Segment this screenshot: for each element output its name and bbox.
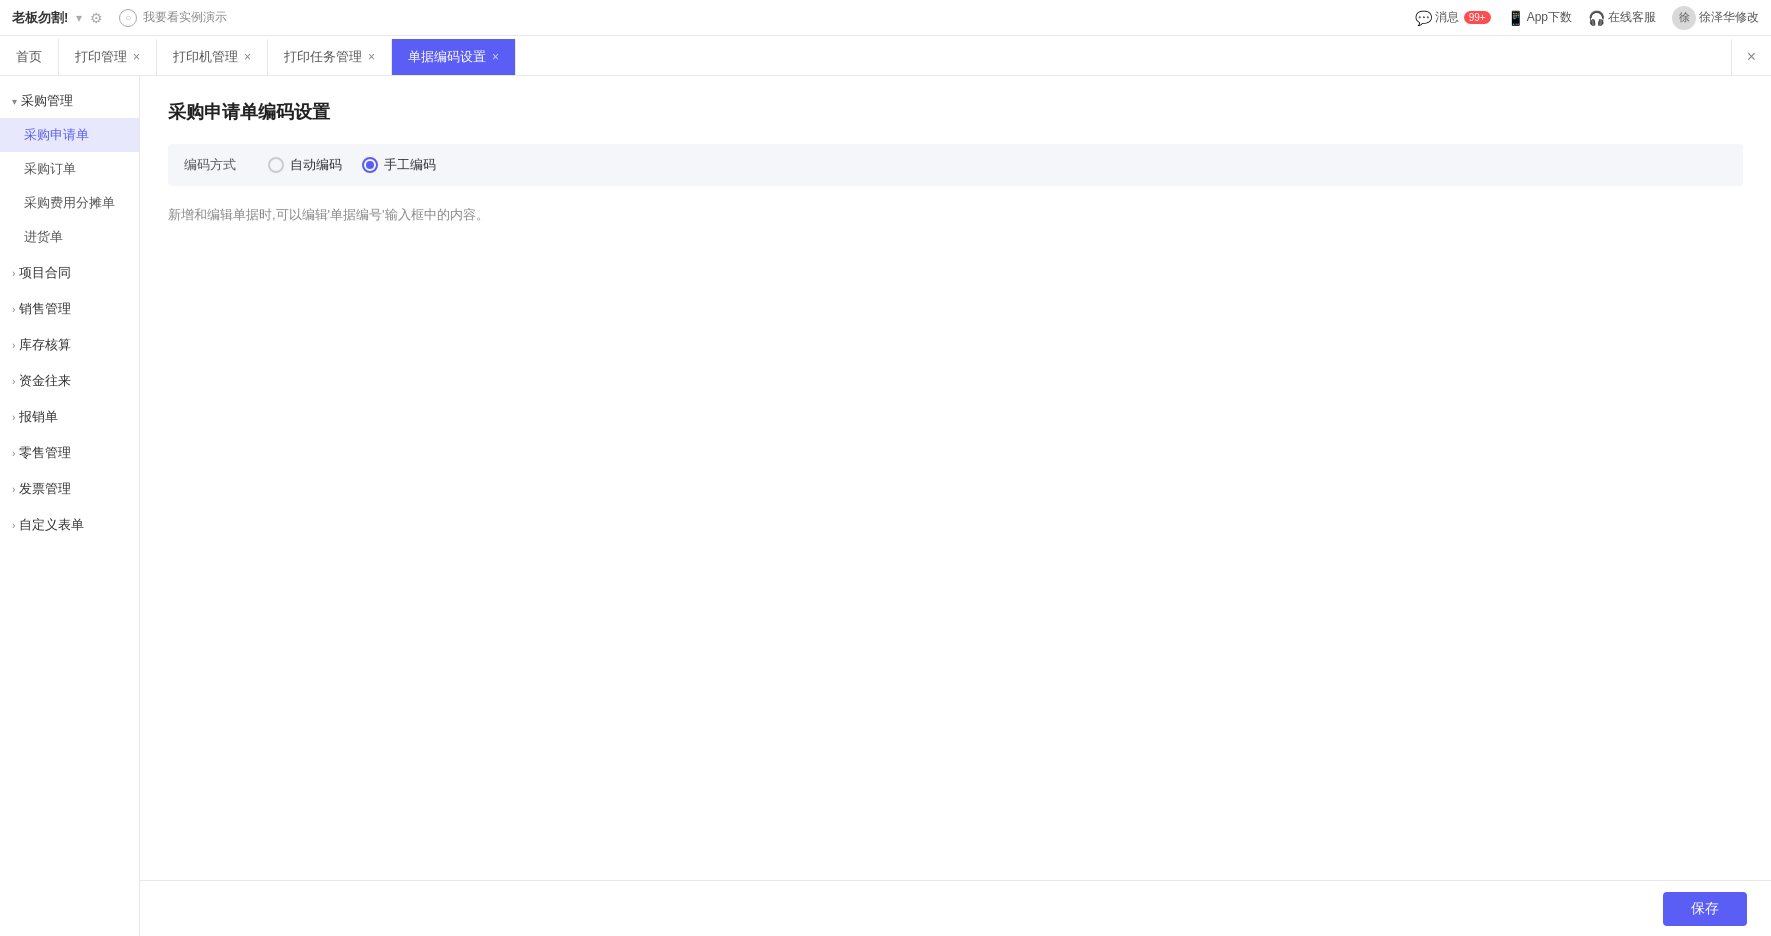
chevron-right-icon-inv2: › xyxy=(12,484,15,495)
tab-printer-manage[interactable]: 打印机管理 × xyxy=(157,39,268,75)
page-title: 采购申请单编码设置 xyxy=(168,100,1743,124)
appdown-label: App下数 xyxy=(1527,9,1572,26)
sidebar-item-purchase-stock-label: 进货单 xyxy=(24,229,63,244)
sidebar-group-inventory: › 库存核算 xyxy=(0,328,139,362)
message-icon: 💬 xyxy=(1415,10,1432,26)
logo-text: 老板勿割! xyxy=(12,9,68,27)
appdown-button[interactable]: 📱 App下数 xyxy=(1507,9,1572,26)
sidebar-group-project-title[interactable]: › 项目合同 xyxy=(0,256,139,290)
sidebar-group-custom-label: 自定义表单 xyxy=(19,516,84,534)
sidebar-item-purchase-expense[interactable]: 采购费用分摊单 xyxy=(0,186,139,220)
sidebar-group-purchase-label: 采购管理 xyxy=(21,92,73,110)
sidebar-group-custom: › 自定义表单 xyxy=(0,508,139,542)
auto-code-label: 自动编码 xyxy=(290,156,342,174)
content-area: 采购申请单编码设置 编码方式 自动编码 手工编码 新增和编 xyxy=(140,76,1771,936)
global-close-button[interactable]: × xyxy=(1731,39,1771,75)
avatar: 徐 xyxy=(1672,6,1696,30)
sidebar-item-purchase-request-label: 采购申请单 xyxy=(24,127,89,142)
coding-method-row: 编码方式 自动编码 手工编码 xyxy=(168,144,1743,186)
sidebar-group-inventory-label: 库存核算 xyxy=(19,336,71,354)
tab-print-manage-close[interactable]: × xyxy=(133,50,140,64)
tab-print-task[interactable]: 打印任务管理 × xyxy=(268,39,392,75)
chevron-right-icon-fin: › xyxy=(12,376,15,387)
search-circle-icon: ○ xyxy=(119,9,137,27)
sidebar-group-retail-label: 零售管理 xyxy=(19,444,71,462)
chevron-right-icon-inv: › xyxy=(12,340,15,351)
chevron-right-icon-ret: › xyxy=(12,412,15,423)
chevron-right-icon-sales: › xyxy=(12,304,15,315)
message-label: 消息 xyxy=(1435,9,1459,26)
chevron-right-icon-retail: › xyxy=(12,448,15,459)
tab-print-task-label: 打印任务管理 xyxy=(284,48,362,66)
sidebar: ▾ 采购管理 采购申请单 采购订单 采购费用分摊单 进货单 › 项目合同 xyxy=(0,76,140,936)
service-label: 在线客服 xyxy=(1608,9,1656,26)
sidebar-group-custom-title[interactable]: › 自定义表单 xyxy=(0,508,139,542)
sidebar-group-invoice: › 发票管理 xyxy=(0,472,139,506)
sidebar-group-return: › 报销单 xyxy=(0,400,139,434)
tab-home[interactable]: 首页 xyxy=(0,39,59,75)
sidebar-group-project-label: 项目合同 xyxy=(19,264,71,282)
user-name: 徐泽华修改 xyxy=(1699,9,1759,26)
tab-single-code-label: 单据编码设置 xyxy=(408,48,486,66)
sidebar-group-inventory-title[interactable]: › 库存核算 xyxy=(0,328,139,362)
sidebar-group-finance-label: 资金往来 xyxy=(19,372,71,390)
sidebar-group-project: › 项目合同 xyxy=(0,256,139,290)
user-button[interactable]: 徐 徐泽华修改 xyxy=(1672,6,1759,30)
sidebar-group-retail-title[interactable]: › 零售管理 xyxy=(0,436,139,470)
sidebar-group-retail: › 零售管理 xyxy=(0,436,139,470)
top-bar-left: 老板勿割! ▾ ⚙ ○ 我要看实例演示 xyxy=(12,9,227,27)
search-hint-area[interactable]: ○ 我要看实例演示 xyxy=(119,9,227,27)
message-badge: 99+ xyxy=(1464,11,1491,24)
tab-print-manage-label: 打印管理 xyxy=(75,48,127,66)
save-button[interactable]: 保存 xyxy=(1663,892,1747,926)
radio-manual-circle xyxy=(362,157,378,173)
radio-group: 自动编码 手工编码 xyxy=(268,156,436,174)
sidebar-group-finance: › 资金往来 xyxy=(0,364,139,398)
tab-printer-manage-label: 打印机管理 xyxy=(173,48,238,66)
radio-auto-circle xyxy=(268,157,284,173)
service-icon: 🎧 xyxy=(1588,10,1605,26)
service-button[interactable]: 🎧 在线客服 xyxy=(1588,9,1656,26)
sidebar-group-purchase-title[interactable]: ▾ 采购管理 xyxy=(0,84,139,118)
appdown-icon: 📱 xyxy=(1507,10,1524,26)
sidebar-group-return-label: 报销单 xyxy=(19,408,58,426)
tab-bar: 首页 打印管理 × 打印机管理 × 打印任务管理 × 单据编码设置 × × xyxy=(0,36,1771,76)
sidebar-group-invoice-title[interactable]: › 发票管理 xyxy=(0,472,139,506)
sidebar-item-purchase-order-label: 采购订单 xyxy=(24,161,76,176)
tab-print-task-close[interactable]: × xyxy=(368,50,375,64)
hint-text: 新增和编辑单据时,可以编辑'单据编号'输入框中的内容。 xyxy=(168,206,1743,224)
top-bar-right: 💬 消息 99+ 📱 App下数 🎧 在线客服 徐 徐泽华修改 xyxy=(1415,6,1759,30)
sidebar-group-purchase: ▾ 采购管理 采购申请单 采购订单 采购费用分摊单 进货单 xyxy=(0,84,139,254)
sidebar-group-finance-title[interactable]: › 资金往来 xyxy=(0,364,139,398)
tab-home-label: 首页 xyxy=(16,48,42,66)
sidebar-group-return-title[interactable]: › 报销单 xyxy=(0,400,139,434)
sidebar-group-sales: › 销售管理 xyxy=(0,292,139,326)
tab-print-manage[interactable]: 打印管理 × xyxy=(59,39,157,75)
search-hint-text: 我要看实例演示 xyxy=(143,9,227,26)
message-button[interactable]: 💬 消息 99+ xyxy=(1415,9,1491,26)
sidebar-item-purchase-order[interactable]: 采购订单 xyxy=(0,152,139,186)
top-bar: 老板勿割! ▾ ⚙ ○ 我要看实例演示 💬 消息 99+ 📱 App下数 🎧 在… xyxy=(0,0,1771,36)
content-footer: 保存 xyxy=(140,880,1771,936)
sidebar-item-purchase-expense-label: 采购费用分摊单 xyxy=(24,195,115,210)
tab-single-code[interactable]: 单据编码设置 × xyxy=(392,39,516,75)
radio-auto-code[interactable]: 自动编码 xyxy=(268,156,342,174)
sidebar-item-purchase-request[interactable]: 采购申请单 xyxy=(0,118,139,152)
coding-label: 编码方式 xyxy=(184,156,236,174)
sidebar-item-purchase-stock[interactable]: 进货单 xyxy=(0,220,139,254)
sidebar-group-sales-label: 销售管理 xyxy=(19,300,71,318)
radio-manual-code[interactable]: 手工编码 xyxy=(362,156,436,174)
chevron-right-icon-custom: › xyxy=(12,520,15,531)
content-inner: 采购申请单编码设置 编码方式 自动编码 手工编码 新增和编 xyxy=(140,76,1771,880)
gear-icon[interactable]: ⚙ xyxy=(90,10,103,26)
chevron-down-icon: ▾ xyxy=(76,11,82,25)
main-layout: ▾ 采购管理 采购申请单 采购订单 采购费用分摊单 进货单 › 项目合同 xyxy=(0,76,1771,936)
chevron-right-icon: › xyxy=(12,268,15,279)
tab-printer-manage-close[interactable]: × xyxy=(244,50,251,64)
sidebar-group-sales-title[interactable]: › 销售管理 xyxy=(0,292,139,326)
sidebar-group-invoice-label: 发票管理 xyxy=(19,480,71,498)
manual-code-label: 手工编码 xyxy=(384,156,436,174)
tab-single-code-close[interactable]: × xyxy=(492,50,499,64)
chevron-down-icon: ▾ xyxy=(12,96,17,107)
